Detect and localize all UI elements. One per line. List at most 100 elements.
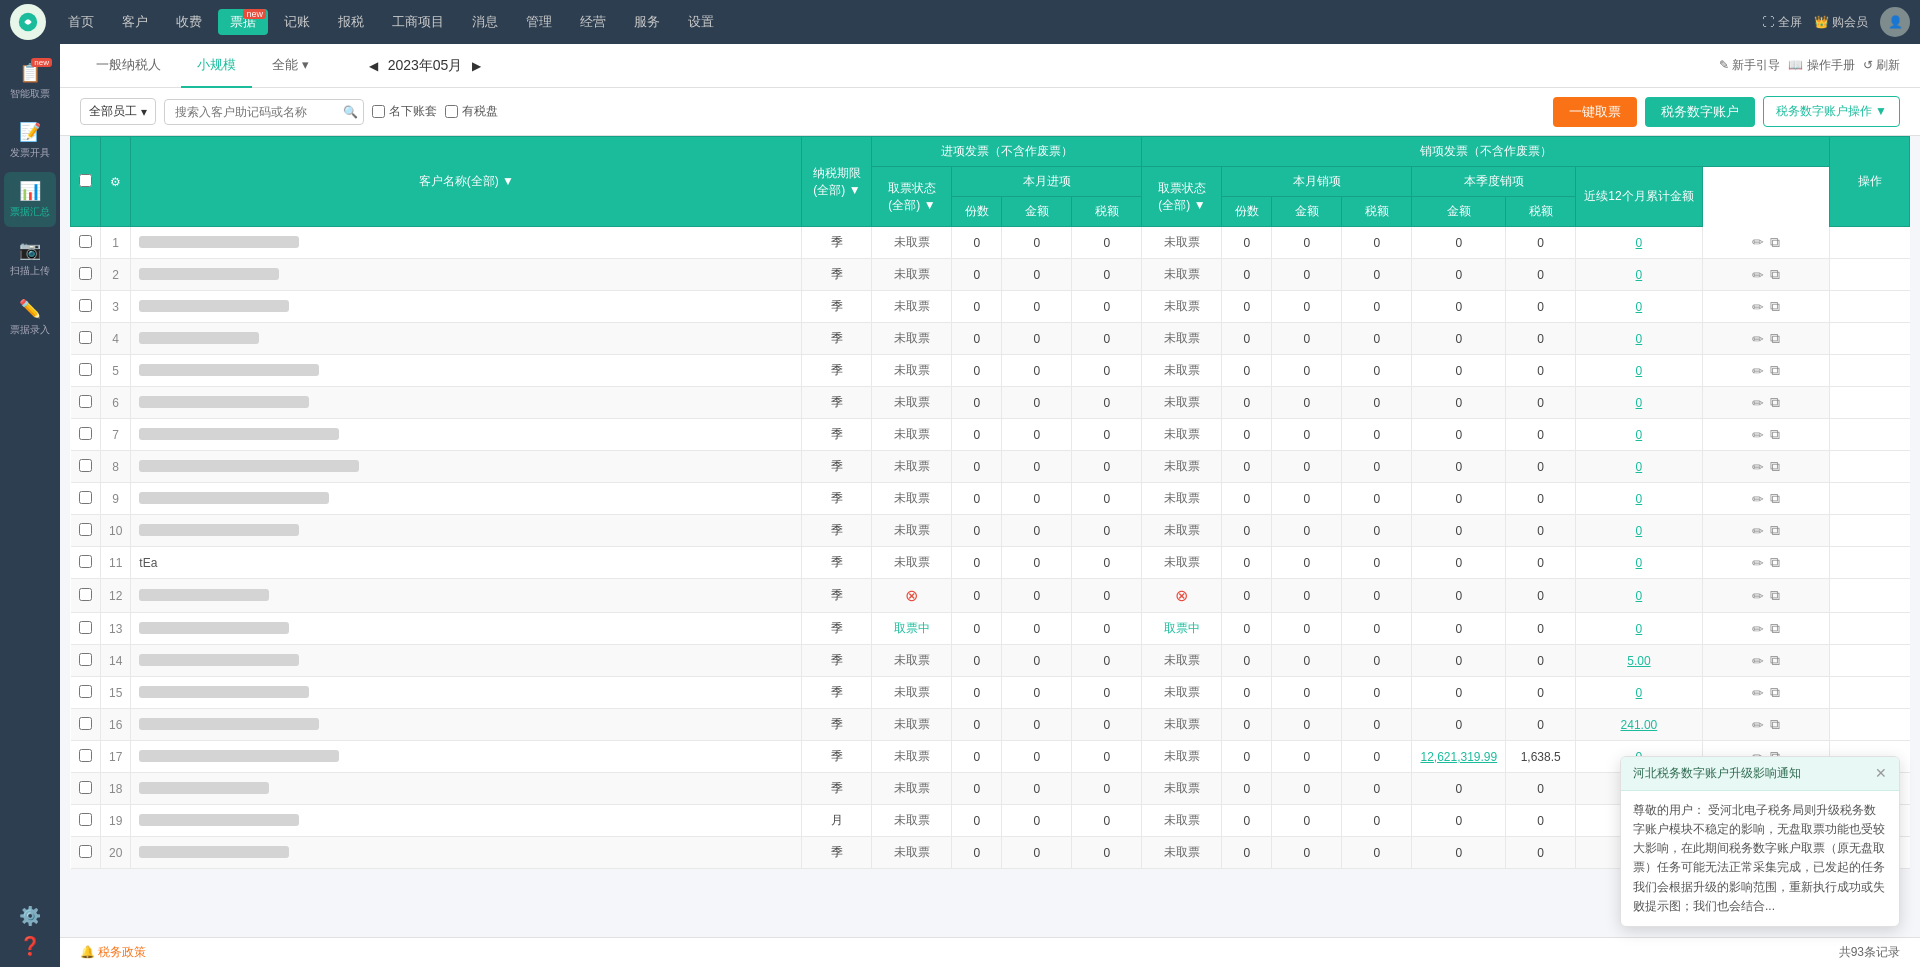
nav-manage[interactable]: 管理 <box>514 9 564 35</box>
tax-digital-account-action-button[interactable]: 税务数字账户操作 ▼ <box>1763 96 1900 127</box>
cum-amount-cell[interactable]: 241.00 <box>1576 709 1702 741</box>
edit-icon[interactable]: ✏ <box>1752 621 1764 637</box>
copy-icon[interactable]: ⧉ <box>1770 234 1780 251</box>
row-checkbox[interactable] <box>79 781 92 794</box>
row-checkbox-cell[interactable] <box>71 355 101 387</box>
row-checkbox-cell[interactable] <box>71 613 101 645</box>
cum-amount-cell[interactable]: 0 <box>1576 291 1702 323</box>
row-checkbox-cell[interactable] <box>71 515 101 547</box>
nav-home[interactable]: 首页 <box>56 9 106 35</box>
cum-amount-cell[interactable]: 0 <box>1576 259 1702 291</box>
row-checkbox-cell[interactable] <box>71 773 101 805</box>
cum-amount-cell[interactable]: 0 <box>1576 579 1702 613</box>
tab-general-taxpayer[interactable]: 一般纳税人 <box>80 44 177 88</box>
select-all-checkbox[interactable] <box>79 174 92 187</box>
edit-icon[interactable]: ✏ <box>1752 299 1764 315</box>
cum-amount-cell[interactable]: 0 <box>1576 515 1702 547</box>
copy-icon[interactable]: ⧉ <box>1770 652 1780 669</box>
copy-icon[interactable]: ⧉ <box>1770 266 1780 283</box>
edit-icon[interactable]: ✏ <box>1752 459 1764 475</box>
user-avatar[interactable]: 👤 <box>1880 7 1910 37</box>
copy-icon[interactable]: ⧉ <box>1770 684 1780 701</box>
row-checkbox-cell[interactable] <box>71 323 101 355</box>
new-guide-button[interactable]: ✎ 新手引导 <box>1719 57 1780 74</box>
edit-icon[interactable]: ✏ <box>1752 234 1764 250</box>
month-next-button[interactable]: ▶ <box>472 59 481 73</box>
copy-icon[interactable]: ⧉ <box>1770 458 1780 475</box>
edit-icon[interactable]: ✏ <box>1752 427 1764 443</box>
row-checkbox[interactable] <box>79 523 92 536</box>
row-checkbox[interactable] <box>79 491 92 504</box>
cum-amount-cell[interactable]: 0 <box>1576 355 1702 387</box>
edit-icon[interactable]: ✏ <box>1752 395 1764 411</box>
cum-amount-cell[interactable]: 0 <box>1576 613 1702 645</box>
copy-icon[interactable]: ⧉ <box>1770 490 1780 507</box>
operation-manual-button[interactable]: 📖 操作手册 <box>1788 57 1854 74</box>
sub-accounts-checkbox[interactable] <box>372 105 385 118</box>
edit-icon[interactable]: ✏ <box>1752 555 1764 571</box>
help-icon[interactable]: ❓ <box>19 935 41 957</box>
copy-icon[interactable]: ⧉ <box>1770 362 1780 379</box>
cum-amount-cell[interactable]: 5.00 <box>1576 645 1702 677</box>
search-icon[interactable]: 🔍 <box>343 105 358 119</box>
nav-tax[interactable]: 报税 <box>326 9 376 35</box>
copy-icon[interactable]: ⧉ <box>1770 587 1780 604</box>
edit-icon[interactable]: ✏ <box>1752 685 1764 701</box>
popup-close-button[interactable]: ✕ <box>1875 765 1887 781</box>
cum-amount-cell[interactable]: 0 <box>1576 387 1702 419</box>
employee-filter[interactable]: 全部员工 ▾ <box>80 98 156 125</box>
row-checkbox-cell[interactable] <box>71 483 101 515</box>
edit-icon[interactable]: ✏ <box>1752 653 1764 669</box>
sidebar-item-invoice-entry[interactable]: ✏️ 票据录入 <box>4 290 56 345</box>
sidebar-item-invoice-summary[interactable]: 📊 票据汇总 <box>4 172 56 227</box>
edit-icon[interactable]: ✏ <box>1752 717 1764 733</box>
row-checkbox-cell[interactable] <box>71 419 101 451</box>
search-input[interactable] <box>164 99 364 125</box>
row-checkbox-cell[interactable] <box>71 677 101 709</box>
nav-settings[interactable]: 设置 <box>676 9 726 35</box>
edit-icon[interactable]: ✏ <box>1752 331 1764 347</box>
sidebar-item-scan-upload[interactable]: 📷 扫描上传 <box>4 231 56 286</box>
checkbox-sub-accounts[interactable]: 名下账套 <box>372 103 437 120</box>
nav-business[interactable]: 工商项目 <box>380 9 456 35</box>
copy-icon[interactable]: ⧉ <box>1770 620 1780 637</box>
th-customer-name[interactable]: 客户名称(全部) ▼ <box>131 137 802 227</box>
nav-accounting[interactable]: 记账 <box>272 9 322 35</box>
nav-customer[interactable]: 客户 <box>110 9 160 35</box>
checkbox-tax-disk[interactable]: 有税盘 <box>445 103 498 120</box>
tab-small-scale[interactable]: 小规模 <box>181 44 252 88</box>
sidebar-item-smart-ticket[interactable]: 📋 智能取票 new <box>4 54 56 109</box>
settings-icon[interactable]: ⚙️ <box>19 905 41 927</box>
tab-all-capable[interactable]: 全能 ▾ <box>256 44 325 88</box>
fullscreen-button[interactable]: ⛶ 全屏 <box>1762 14 1801 31</box>
nav-operation[interactable]: 经营 <box>568 9 618 35</box>
row-checkbox[interactable] <box>79 749 92 762</box>
edit-icon[interactable]: ✏ <box>1752 588 1764 604</box>
row-checkbox[interactable] <box>79 717 92 730</box>
row-checkbox-cell[interactable] <box>71 741 101 773</box>
copy-icon[interactable]: ⧉ <box>1770 554 1780 571</box>
copy-icon[interactable]: ⧉ <box>1770 522 1780 539</box>
row-checkbox[interactable] <box>79 331 92 344</box>
copy-icon[interactable]: ⧉ <box>1770 298 1780 315</box>
row-checkbox-cell[interactable] <box>71 709 101 741</box>
one-click-ticket-button[interactable]: 一键取票 <box>1553 97 1637 127</box>
edit-icon[interactable]: ✏ <box>1752 491 1764 507</box>
row-checkbox[interactable] <box>79 395 92 408</box>
th-in-status[interactable]: 取票状态(全部) ▼ <box>872 167 952 227</box>
month-prev-button[interactable]: ◀ <box>369 59 378 73</box>
row-checkbox[interactable] <box>79 813 92 826</box>
row-checkbox[interactable] <box>79 588 92 601</box>
cum-amount-cell[interactable]: 0 <box>1576 419 1702 451</box>
sidebar-item-invoice-open[interactable]: 📝 发票开具 <box>4 113 56 168</box>
row-checkbox[interactable] <box>79 555 92 568</box>
nav-fee[interactable]: 收费 <box>164 9 214 35</box>
row-checkbox[interactable] <box>79 235 92 248</box>
cum-amount-cell[interactable]: 0 <box>1576 227 1702 259</box>
copy-icon[interactable]: ⧉ <box>1770 394 1780 411</box>
copy-icon[interactable]: ⧉ <box>1770 330 1780 347</box>
row-checkbox-cell[interactable] <box>71 547 101 579</box>
copy-icon[interactable]: ⧉ <box>1770 716 1780 733</box>
row-checkbox-cell[interactable] <box>71 837 101 869</box>
edit-icon[interactable]: ✏ <box>1752 363 1764 379</box>
